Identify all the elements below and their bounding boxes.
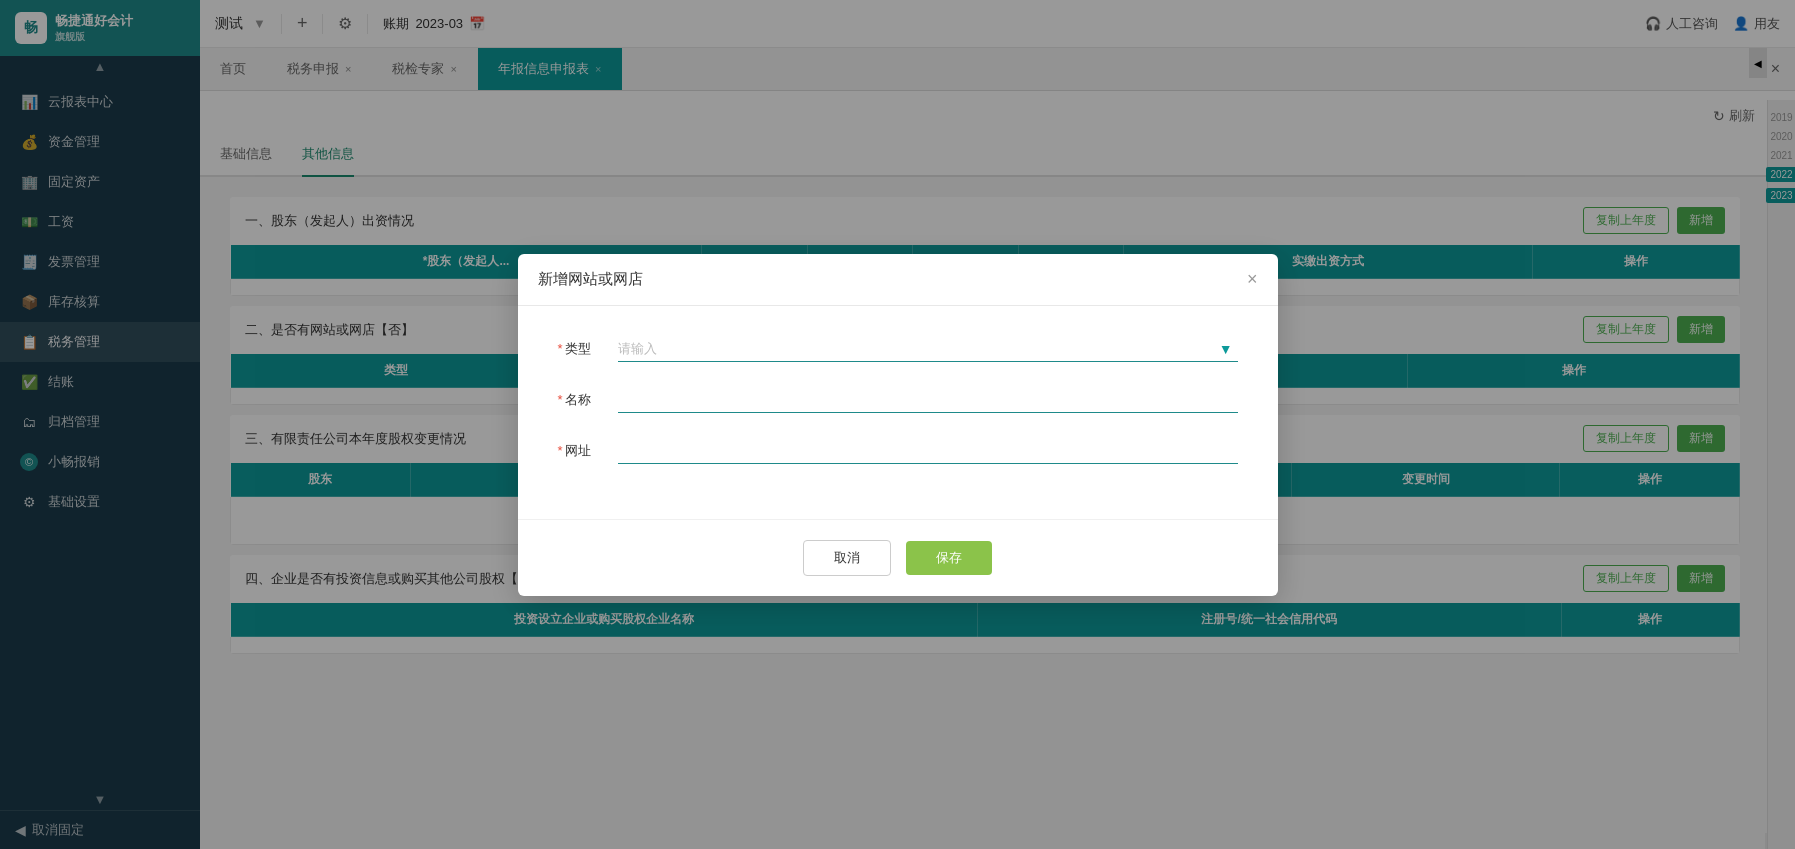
form-row-name: *名称: [558, 387, 1238, 413]
name-input[interactable]: [618, 387, 1238, 413]
modal-title: 新增网站或网店: [538, 270, 643, 289]
form-row-type: *类型 ▼: [558, 336, 1238, 362]
add-website-modal: 新增网站或网店 × *类型 ▼ *名称: [518, 254, 1278, 596]
modal-overlay: 新增网站或网店 × *类型 ▼ *名称: [0, 0, 1795, 849]
save-btn[interactable]: 保存: [906, 541, 992, 575]
form-row-url: *网址: [558, 438, 1238, 464]
modal-body: *类型 ▼ *名称 *网址: [518, 306, 1278, 519]
url-label: *网址: [558, 442, 618, 460]
cancel-btn[interactable]: 取消: [803, 540, 891, 576]
modal-footer: 取消 保存: [518, 519, 1278, 596]
modal-close-btn[interactable]: ×: [1247, 269, 1258, 290]
name-input-wrap: [618, 387, 1238, 413]
name-label: *名称: [558, 391, 618, 409]
type-input-wrap: ▼: [618, 336, 1238, 362]
type-label: *类型: [558, 340, 618, 358]
url-input-wrap: [618, 438, 1238, 464]
url-input[interactable]: [618, 438, 1238, 464]
type-input[interactable]: [618, 336, 1238, 362]
modal-header: 新增网站或网店 ×: [518, 254, 1278, 306]
